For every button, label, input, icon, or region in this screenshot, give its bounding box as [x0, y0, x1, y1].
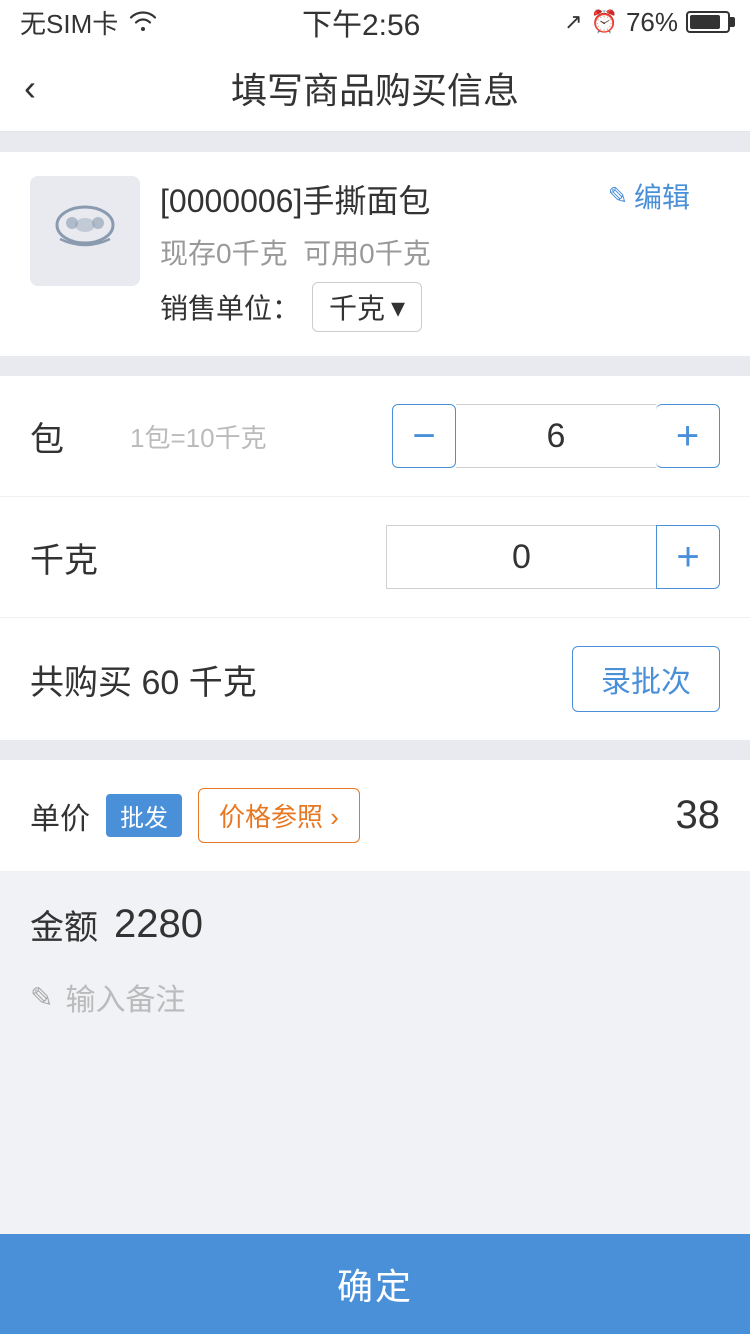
kg-input-wrap: + [130, 525, 720, 589]
status-bar-right: ↗ ⏰ 76% [564, 7, 730, 38]
kg-plus-button[interactable]: + [656, 525, 720, 589]
status-bar-left: 无SIM卡 [20, 4, 158, 41]
kg-label: 千克 [30, 533, 110, 582]
alarm-icon: ⏰ [591, 9, 618, 35]
price-tag-badge: 批发 [106, 794, 182, 837]
remark-placeholder: 输入备注 [65, 975, 185, 1019]
confirm-bar: 确定 [0, 1234, 750, 1334]
kg-input-box: + [386, 525, 720, 589]
edit-label: 编辑 [634, 176, 690, 216]
nav-bar: ‹ 填写商品购买信息 [0, 44, 750, 132]
product-info: [0000006]手撕面包 现存0千克 可用0千克 销售单位： 千克 ▾ ✎ 编… [160, 176, 720, 332]
divider-1 [0, 356, 750, 376]
amount-section: 金额 2280 ✎ 输入备注 [0, 872, 750, 1039]
divider-2 [0, 740, 750, 760]
product-card: [0000006]手撕面包 现存0千克 可用0千克 销售单位： 千克 ▾ ✎ 编… [0, 152, 750, 356]
price-row: 单价 批发 价格参照 › 38 [0, 760, 750, 872]
remark-row[interactable]: ✎ 输入备注 [30, 965, 720, 1029]
price-label: 单价 [30, 794, 90, 838]
pack-qty-control: − + [392, 404, 720, 468]
unit-label: 销售单位： [160, 287, 300, 327]
pack-input-section: 包 1包=10千克 − + 千克 + [0, 376, 750, 618]
amount-label: 金额 [30, 900, 98, 949]
product-logo-svg [50, 203, 120, 259]
pack-minus-button[interactable]: − [392, 404, 456, 468]
kg-qty-input[interactable] [386, 525, 656, 589]
unit-value: 千克 [329, 287, 385, 327]
product-image [30, 176, 140, 286]
pack-hint: 1包=10千克 [130, 418, 372, 455]
battery-icon [686, 11, 730, 33]
carrier-text: 无SIM卡 [20, 4, 118, 41]
page-title: 填写商品购买信息 [231, 62, 519, 114]
pack-qty-input[interactable] [456, 404, 656, 468]
edit-button[interactable]: ✎ 编辑 [608, 176, 690, 216]
price-ref-button[interactable]: 价格参照 › [198, 788, 360, 843]
wifi-icon [128, 7, 158, 38]
pack-label: 包 [30, 412, 110, 461]
total-label: 共购买 60 千克 [30, 655, 257, 704]
batch-button[interactable]: 录批次 [572, 646, 720, 712]
edit-icon: ✎ [608, 182, 628, 211]
pack-plus-button[interactable]: + [656, 404, 720, 468]
remark-icon: ✎ [30, 981, 53, 1014]
back-button[interactable]: ‹ [24, 67, 36, 109]
confirm-button[interactable]: 确定 [337, 1258, 413, 1310]
pack-row: 包 1包=10千克 − + [0, 376, 750, 497]
total-row: 共购买 60 千克 录批次 [0, 618, 750, 740]
status-bar-time: 下午2:56 [302, 0, 420, 44]
kg-row: 千克 + [0, 497, 750, 618]
location-icon: ↗ [564, 9, 582, 35]
price-value: 38 [676, 793, 721, 838]
battery-percent: 76% [626, 7, 678, 38]
amount-value: 2280 [114, 902, 203, 947]
product-unit-row: 销售单位： 千克 ▾ [160, 282, 720, 332]
chevron-down-icon: ▾ [391, 291, 405, 324]
amount-row: 金额 2280 [30, 900, 720, 949]
product-stock: 现存0千克 可用0千克 [160, 232, 720, 272]
price-section: 单价 批发 价格参照 › 38 [0, 760, 750, 872]
unit-select[interactable]: 千克 ▾ [312, 282, 422, 332]
status-bar: 无SIM卡 下午2:56 ↗ ⏰ 76% [0, 0, 750, 44]
divider-top [0, 132, 750, 152]
